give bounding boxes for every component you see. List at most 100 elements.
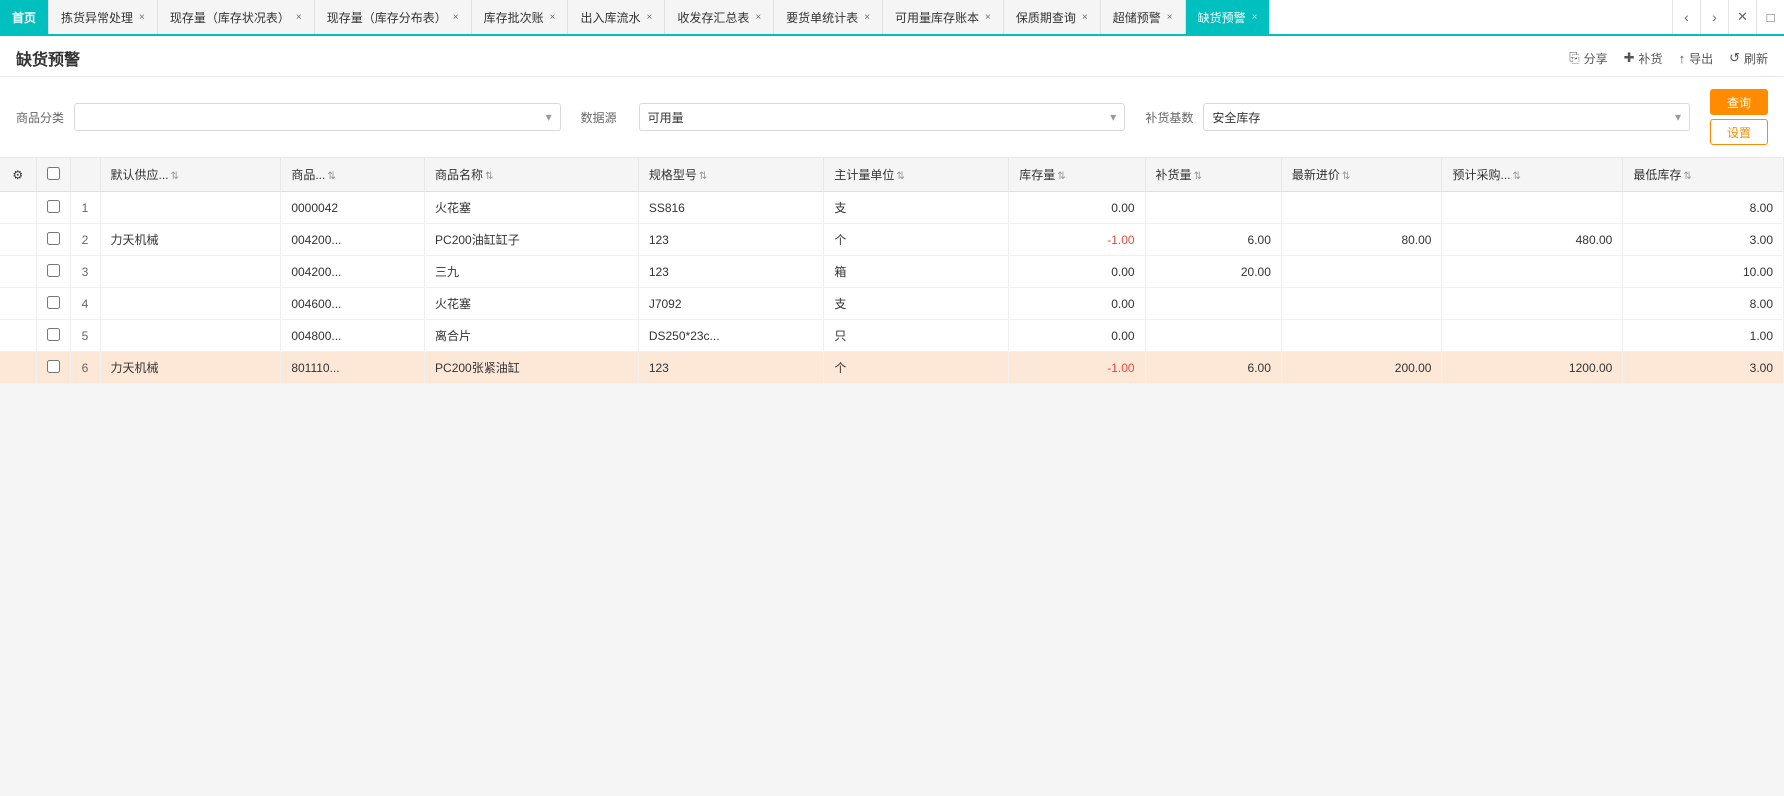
tab-next-button[interactable]: ›	[1700, 0, 1728, 35]
refresh-button[interactable]: ↺ 刷新	[1729, 50, 1768, 67]
row-stock-0: 0.00	[1009, 192, 1145, 224]
row-gear-1	[0, 224, 36, 256]
row-unit-3: 支	[824, 288, 1009, 320]
tab-item-available-ledger[interactable]: 可用量库存账本×	[883, 0, 1004, 35]
column-product-name[interactable]: 商品名称⇅	[425, 158, 639, 192]
restock-label: 补货	[1639, 50, 1663, 67]
tab-item-home[interactable]: 首页	[0, 0, 49, 35]
column-min-stock[interactable]: 最低库存⇅	[1623, 158, 1784, 192]
row-checkbox-cell-3[interactable]	[36, 288, 70, 320]
share-button[interactable]: ⎘ 分享	[1569, 50, 1607, 67]
row-name-0: 火花塞	[425, 192, 639, 224]
row-checkbox-2[interactable]	[47, 264, 60, 277]
row-checkbox-cell-0[interactable]	[36, 192, 70, 224]
row-supplier-3	[100, 288, 281, 320]
export-label: 导出	[1689, 50, 1713, 67]
column-product-code[interactable]: 商品...⇅	[281, 158, 425, 192]
tab-item-inventory-dist[interactable]: 现存量（库存分布表）×	[315, 0, 472, 35]
tab-item-shortage-warning[interactable]: 缺货预警 ×	[1186, 0, 1271, 35]
row-estimated-2	[1442, 256, 1623, 288]
row-checkbox-cell-1[interactable]	[36, 224, 70, 256]
tab-item-batch-account[interactable]: 库存批次账×	[472, 0, 569, 35]
column-unit[interactable]: 主计量单位⇅	[824, 158, 1009, 192]
row-spec-5: 123	[638, 352, 824, 384]
row-checkbox-0[interactable]	[47, 200, 60, 213]
row-restock-5: 6.00	[1145, 352, 1281, 384]
tab-label-inout-flow: 出入库流水	[580, 9, 640, 26]
datasource-select[interactable]: 可用量 ▾	[639, 103, 1126, 131]
row-stock-3: 0.00	[1009, 288, 1145, 320]
tab-close-icon-batch-account[interactable]: ×	[550, 12, 556, 23]
export-button[interactable]: ↑ 导出	[1679, 50, 1714, 67]
category-label: 商品分类	[16, 109, 66, 126]
page-content: 缺货预警 ⎘ 分享 ✚ 补货 ↑ 导出 ↺ 刷新 商品分类	[0, 36, 1784, 384]
sort-name-icon: ⇅	[485, 171, 493, 182]
row-checkbox-5[interactable]	[47, 360, 60, 373]
row-restock-4	[1145, 320, 1281, 352]
table-row: 4 004600... 火花塞 J7092 支 0.00 8.00	[0, 288, 1784, 320]
row-checkbox-cell-5[interactable]	[36, 352, 70, 384]
tab-close-icon-overstock-warning[interactable]: ×	[1167, 12, 1173, 23]
tab-close-icon-inout-flow[interactable]: ×	[646, 12, 652, 23]
column-checkbox[interactable]	[36, 158, 70, 192]
select-all-checkbox[interactable]	[47, 167, 60, 180]
tab-close-all-button[interactable]: ✕	[1728, 0, 1756, 35]
row-unit-5: 个	[824, 352, 1009, 384]
tab-item-inout-flow[interactable]: 出入库流水 ×	[568, 0, 665, 35]
row-price-1: 80.00	[1281, 224, 1442, 256]
tab-close-icon-defect-exception[interactable]: ×	[139, 12, 145, 23]
row-name-2: 三九	[425, 256, 639, 288]
tab-item-defect-exception[interactable]: 拣货异常处理×	[49, 0, 158, 35]
column-estimated-purchase[interactable]: 预计采购...⇅	[1442, 158, 1623, 192]
row-checkbox-4[interactable]	[47, 328, 60, 341]
tab-item-expiry-query[interactable]: 保质期查询×	[1004, 0, 1101, 35]
row-checkbox-1[interactable]	[47, 232, 60, 245]
row-min-stock-3: 8.00	[1623, 288, 1784, 320]
tab-item-order-stat[interactable]: 要货单统计表×	[774, 0, 883, 35]
table-row: 6 力天机械 801110... PC200张紧油缸 123 个 -1.00 6…	[0, 352, 1784, 384]
sort-unit-icon: ⇅	[896, 171, 904, 182]
row-stock-2: 0.00	[1009, 256, 1145, 288]
row-stock-1: -1.00	[1009, 224, 1145, 256]
tab-close-icon-order-stat[interactable]: ×	[864, 12, 870, 23]
tab-close-icon-expiry-query[interactable]: ×	[1082, 12, 1088, 23]
row-code-1: 004200...	[281, 224, 425, 256]
row-checkbox-cell-2[interactable]	[36, 256, 70, 288]
column-restock-qty[interactable]: 补货量⇅	[1145, 158, 1281, 192]
row-supplier-1: 力天机械	[100, 224, 281, 256]
sort-price-icon: ⇅	[1342, 171, 1350, 182]
column-stock[interactable]: 库存量⇅	[1009, 158, 1145, 192]
restock-base-select[interactable]: 安全库存 ▾	[1203, 103, 1690, 131]
tab-prev-button[interactable]: ‹	[1672, 0, 1700, 35]
tab-item-inventory-status[interactable]: 现存量（库存状况表）×	[158, 0, 315, 35]
shortage-warning-table: ⚙ 默认供应...⇅ 商品...⇅ 商品名称⇅ 规格型号⇅	[0, 158, 1784, 384]
tab-label-shortage-warning: 缺货预警	[1198, 9, 1246, 26]
row-checkbox-cell-4[interactable]	[36, 320, 70, 352]
row-num-0: 1	[70, 192, 100, 224]
query-button[interactable]: 查询	[1710, 89, 1768, 115]
column-gear[interactable]: ⚙	[0, 158, 36, 192]
column-default-supplier[interactable]: 默认供应...⇅	[100, 158, 281, 192]
category-select[interactable]: ▾	[74, 103, 561, 131]
tab-close-icon-shortage-warning[interactable]: ×	[1252, 12, 1258, 23]
tab-maximize-button[interactable]: □	[1756, 0, 1784, 35]
restock-button[interactable]: ✚ 补货	[1624, 50, 1663, 67]
table-header-row: ⚙ 默认供应...⇅ 商品...⇅ 商品名称⇅ 规格型号⇅	[0, 158, 1784, 192]
row-checkbox-3[interactable]	[47, 296, 60, 309]
tab-item-overstock-warning[interactable]: 超储预警×	[1101, 0, 1186, 35]
sort-supplier-icon: ⇅	[171, 171, 179, 182]
tab-close-icon-available-ledger[interactable]: ×	[985, 12, 991, 23]
column-latest-price[interactable]: 最新进价⇅	[1281, 158, 1442, 192]
tab-close-icon-receipt-summary[interactable]: ×	[755, 12, 761, 23]
row-code-4: 004800...	[281, 320, 425, 352]
row-estimated-4	[1442, 320, 1623, 352]
datasource-filter: 数据源 可用量 ▾	[581, 103, 1126, 131]
tab-close-icon-inventory-status[interactable]: ×	[296, 12, 302, 23]
column-spec[interactable]: 规格型号⇅	[638, 158, 824, 192]
settings-button[interactable]: 设置	[1710, 119, 1768, 145]
row-unit-2: 箱	[824, 256, 1009, 288]
row-estimated-5: 1200.00	[1442, 352, 1623, 384]
tab-close-icon-inventory-dist[interactable]: ×	[453, 12, 459, 23]
tab-item-receipt-summary[interactable]: 收发存汇总表×	[665, 0, 774, 35]
row-num-5: 6	[70, 352, 100, 384]
